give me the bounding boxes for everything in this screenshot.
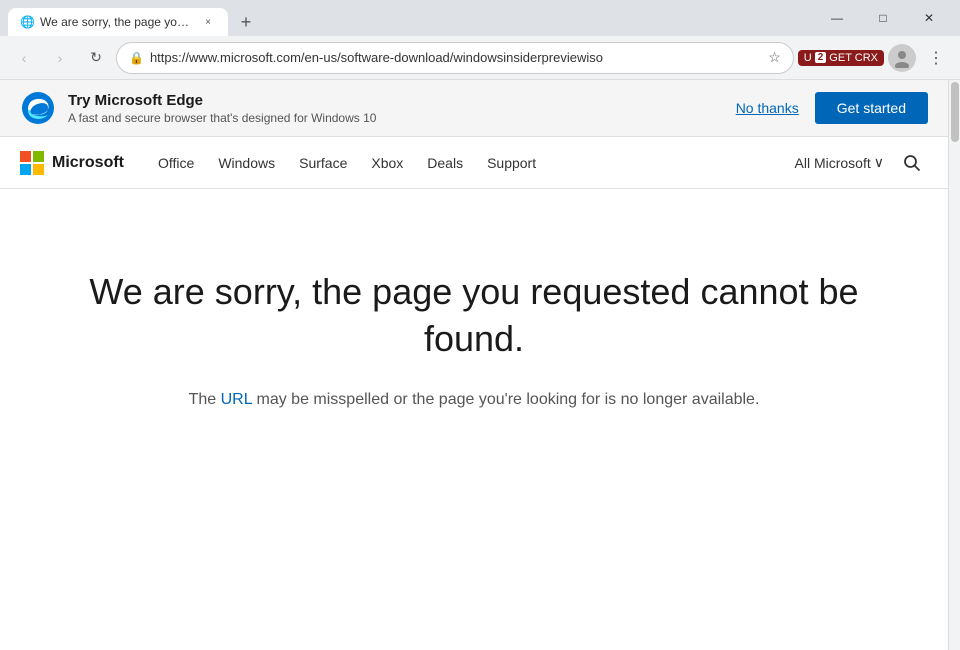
- profile-button[interactable]: [888, 44, 916, 72]
- back-button[interactable]: ‹: [8, 42, 40, 74]
- get-started-button[interactable]: Get started: [815, 92, 928, 124]
- nav-link-surface[interactable]: Surface: [289, 149, 357, 177]
- nav-link-xbox[interactable]: Xbox: [361, 149, 413, 177]
- ms-grid-green: [33, 151, 44, 162]
- close-button[interactable]: ✕: [906, 0, 952, 36]
- nav-link-office[interactable]: Office: [148, 149, 204, 177]
- edge-promo-banner: Try Microsoft Edge A fast and secure bro…: [0, 80, 948, 137]
- profile-avatar-icon: [892, 48, 912, 68]
- minimize-button[interactable]: —: [814, 0, 860, 36]
- content-area: Try Microsoft Edge A fast and secure bro…: [0, 80, 960, 650]
- forward-button[interactable]: ›: [44, 42, 76, 74]
- edge-banner-actions: No thanks Get started: [736, 92, 928, 124]
- error-sub-before: The: [189, 391, 221, 408]
- ms-nav-right: All Microsoft ∨: [795, 147, 928, 179]
- microsoft-nav-links: Office Windows Surface Xbox Deals Suppor…: [148, 149, 795, 177]
- maximize-button[interactable]: □: [860, 0, 906, 36]
- edge-promo-text: Try Microsoft Edge A fast and secure bro…: [68, 92, 724, 125]
- tab-title: We are sorry, the page you requ…: [40, 15, 194, 29]
- nav-link-windows[interactable]: Windows: [208, 149, 285, 177]
- error-content: We are sorry, the page you requested can…: [0, 189, 948, 492]
- ms-grid-yellow: [33, 164, 44, 175]
- window-controls: — □ ✕: [814, 0, 952, 36]
- new-tab-button[interactable]: +: [232, 8, 260, 36]
- title-bar: 🌐 We are sorry, the page you requ… × + —…: [0, 0, 960, 36]
- tab-close-button[interactable]: ×: [200, 14, 216, 30]
- tab-bar: 🌐 We are sorry, the page you requ… × +: [8, 0, 814, 36]
- extension-label: GET CRX: [829, 52, 878, 64]
- browser-menu-button[interactable]: ⋮: [920, 42, 952, 74]
- extension-button[interactable]: U 2 GET CRX: [798, 50, 884, 66]
- refresh-button[interactable]: ↻: [80, 42, 112, 74]
- navigation-bar: ‹ › ↻ 🔒 https://www.microsoft.com/en-us/…: [0, 36, 960, 80]
- error-main-message: We are sorry, the page you requested can…: [74, 269, 874, 363]
- nav-link-support[interactable]: Support: [477, 149, 546, 177]
- url-text: https://www.microsoft.com/en-us/software…: [150, 50, 762, 65]
- extension-icon: U: [804, 52, 812, 64]
- scrollbar-track[interactable]: [948, 80, 960, 650]
- ms-grid-red: [20, 151, 31, 162]
- ms-grid-blue: [20, 164, 31, 175]
- active-tab[interactable]: 🌐 We are sorry, the page you requ… ×: [8, 8, 228, 36]
- microsoft-grid-logo: [20, 151, 44, 175]
- nav-link-deals[interactable]: Deals: [417, 149, 473, 177]
- browser-frame: 🌐 We are sorry, the page you requ… × + —…: [0, 0, 960, 650]
- no-thanks-button[interactable]: No thanks: [736, 100, 799, 116]
- nav-right-icons: U 2 GET CRX ⋮: [798, 42, 952, 74]
- lock-icon: 🔒: [129, 51, 144, 65]
- microsoft-brand-name: Microsoft: [52, 154, 124, 172]
- chevron-down-icon: ∨: [874, 154, 884, 171]
- bookmark-icon[interactable]: ☆: [768, 49, 781, 66]
- search-button[interactable]: [896, 147, 928, 179]
- tab-favicon: 🌐: [20, 15, 34, 29]
- edge-logo-icon: [20, 90, 56, 126]
- extension-badge: 2: [815, 52, 827, 63]
- edge-promo-title: Try Microsoft Edge: [68, 92, 724, 109]
- page-content: Try Microsoft Edge A fast and secure bro…: [0, 80, 948, 650]
- error-sub-after: may be misspelled or the page you're loo…: [252, 391, 759, 408]
- microsoft-nav: Microsoft Office Windows Surface Xbox De…: [0, 137, 948, 189]
- all-microsoft-label: All Microsoft: [795, 155, 871, 171]
- url-word: URL: [221, 391, 252, 408]
- error-sub-message: The URL may be misspelled or the page yo…: [189, 387, 760, 413]
- all-microsoft-button[interactable]: All Microsoft ∨: [795, 154, 884, 171]
- address-bar[interactable]: 🔒 https://www.microsoft.com/en-us/softwa…: [116, 42, 794, 74]
- microsoft-logo-area[interactable]: Microsoft: [20, 151, 124, 175]
- edge-promo-subtitle: A fast and secure browser that's designe…: [68, 111, 724, 125]
- search-icon: [903, 154, 921, 172]
- scrollbar-thumb[interactable]: [951, 82, 959, 142]
